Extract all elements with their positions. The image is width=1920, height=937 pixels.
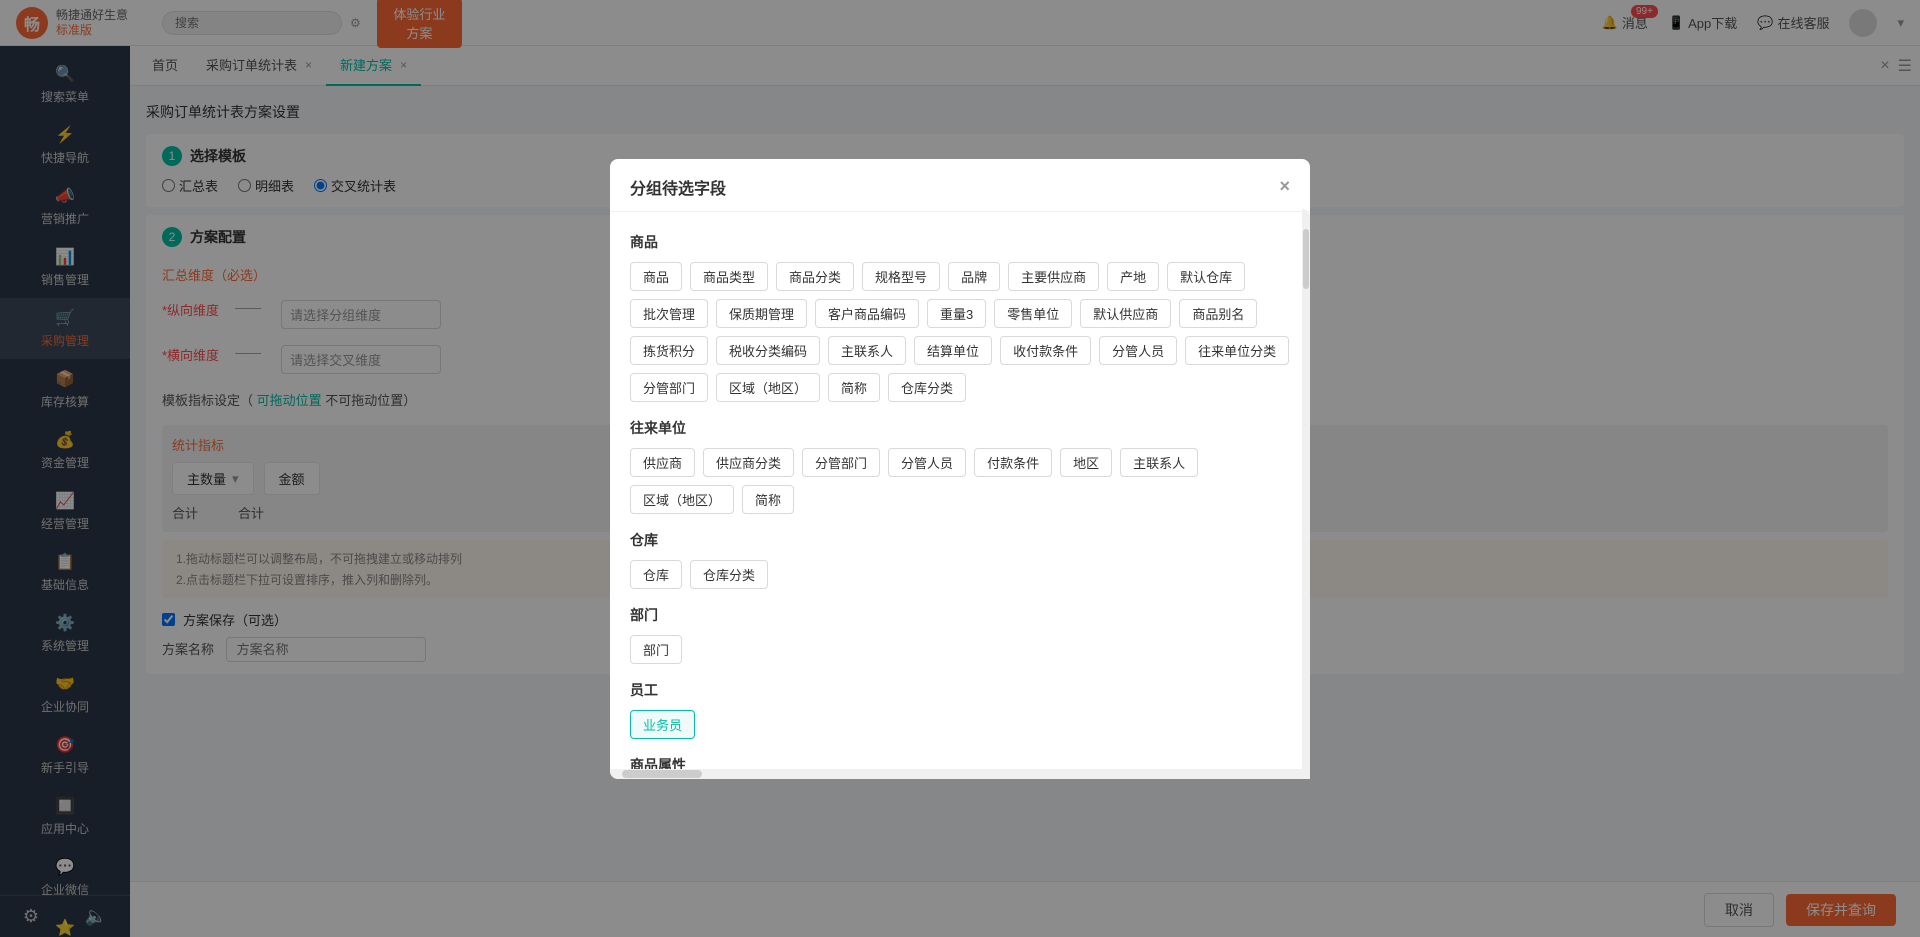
modal-close-button[interactable]: ×: [1279, 176, 1290, 197]
field-tag[interactable]: 默认仓库: [1167, 262, 1245, 291]
modal-overlay: 分组待选字段 × 商品 商品 商品类型 商品分类 规格型号 品牌 主要供应商 产…: [0, 0, 1920, 937]
field-tag[interactable]: 主联系人: [828, 336, 906, 365]
field-tag[interactable]: 收付款条件: [1000, 336, 1091, 365]
field-tag[interactable]: 主要供应商: [1008, 262, 1099, 291]
modal-hscroll-thumb: [622, 770, 702, 778]
field-tag[interactable]: 结算单位: [914, 336, 992, 365]
modal-vertical-scrollbar-track[interactable]: [1302, 209, 1310, 779]
field-tag[interactable]: 重量3: [927, 299, 986, 328]
field-tag[interactable]: 往来单位分类: [1185, 336, 1289, 365]
field-tag[interactable]: 简称: [742, 485, 794, 514]
field-tag[interactable]: 商品分类: [776, 262, 854, 291]
field-tag[interactable]: 商品类型: [690, 262, 768, 291]
field-tag[interactable]: 批次管理: [630, 299, 708, 328]
field-tag[interactable]: 主联系人: [1120, 448, 1198, 477]
field-tag[interactable]: 仓库: [630, 560, 682, 589]
section-title-warehouse: 仓库: [630, 530, 1290, 550]
partner-fields-grid: 供应商 供应商分类 分管部门 分管人员 付款条件 地区 主联系人 区域（地区） …: [630, 448, 1290, 514]
field-tag[interactable]: 品牌: [948, 262, 1000, 291]
field-tag[interactable]: 分管人员: [1099, 336, 1177, 365]
field-tag[interactable]: 供应商分类: [703, 448, 794, 477]
field-tag[interactable]: 付款条件: [974, 448, 1052, 477]
field-tag[interactable]: 商品别名: [1179, 299, 1257, 328]
section-title-department: 部门: [630, 605, 1290, 625]
field-tag[interactable]: 保质期管理: [716, 299, 807, 328]
field-tag[interactable]: 分管部门: [630, 373, 708, 402]
product-fields-grid: 商品 商品类型 商品分类 规格型号 品牌 主要供应商 产地 默认仓库 批次管理 …: [630, 262, 1290, 402]
warehouse-fields-grid: 仓库 仓库分类: [630, 560, 1290, 589]
field-tag[interactable]: 零售单位: [994, 299, 1072, 328]
modal-horizontal-scrollbar[interactable]: [610, 769, 1310, 779]
field-tag[interactable]: 默认供应商: [1080, 299, 1171, 328]
field-tag[interactable]: 分管部门: [802, 448, 880, 477]
field-select-modal: 分组待选字段 × 商品 商品 商品类型 商品分类 规格型号 品牌 主要供应商 产…: [610, 159, 1310, 779]
modal-title: 分组待选字段: [630, 175, 726, 199]
department-fields-grid: 部门: [630, 635, 1290, 664]
field-tag[interactable]: 商品: [630, 262, 682, 291]
field-tag[interactable]: 区域（地区）: [630, 485, 734, 514]
field-tag[interactable]: 分管人员: [888, 448, 966, 477]
field-tag[interactable]: 仓库分类: [888, 373, 966, 402]
modal-header: 分组待选字段 ×: [610, 159, 1310, 212]
field-tag[interactable]: 供应商: [630, 448, 695, 477]
field-tag[interactable]: 产地: [1107, 262, 1159, 291]
section-title-partner: 往来单位: [630, 418, 1290, 438]
field-tag-employee[interactable]: 业务员: [630, 710, 695, 739]
modal-body: 商品 商品 商品类型 商品分类 规格型号 品牌 主要供应商 产地 默认仓库 批次…: [610, 212, 1310, 769]
field-tag[interactable]: 规格型号: [862, 262, 940, 291]
employee-fields-grid: 业务员: [630, 710, 1290, 739]
field-tag[interactable]: 部门: [630, 635, 682, 664]
field-tag[interactable]: 税收分类编码: [716, 336, 820, 365]
field-tag[interactable]: 仓库分类: [690, 560, 768, 589]
modal-vertical-scrollbar-thumb: [1303, 229, 1309, 289]
field-tag[interactable]: 简称: [828, 373, 880, 402]
field-tag[interactable]: 拣货积分: [630, 336, 708, 365]
field-tag[interactable]: 地区: [1060, 448, 1112, 477]
field-tag[interactable]: 区域（地区）: [716, 373, 820, 402]
section-title-product-attr: 商品属性: [630, 755, 1290, 769]
section-title-product: 商品: [630, 232, 1290, 252]
section-title-employee: 员工: [630, 680, 1290, 700]
field-tag[interactable]: 客户商品编码: [815, 299, 919, 328]
